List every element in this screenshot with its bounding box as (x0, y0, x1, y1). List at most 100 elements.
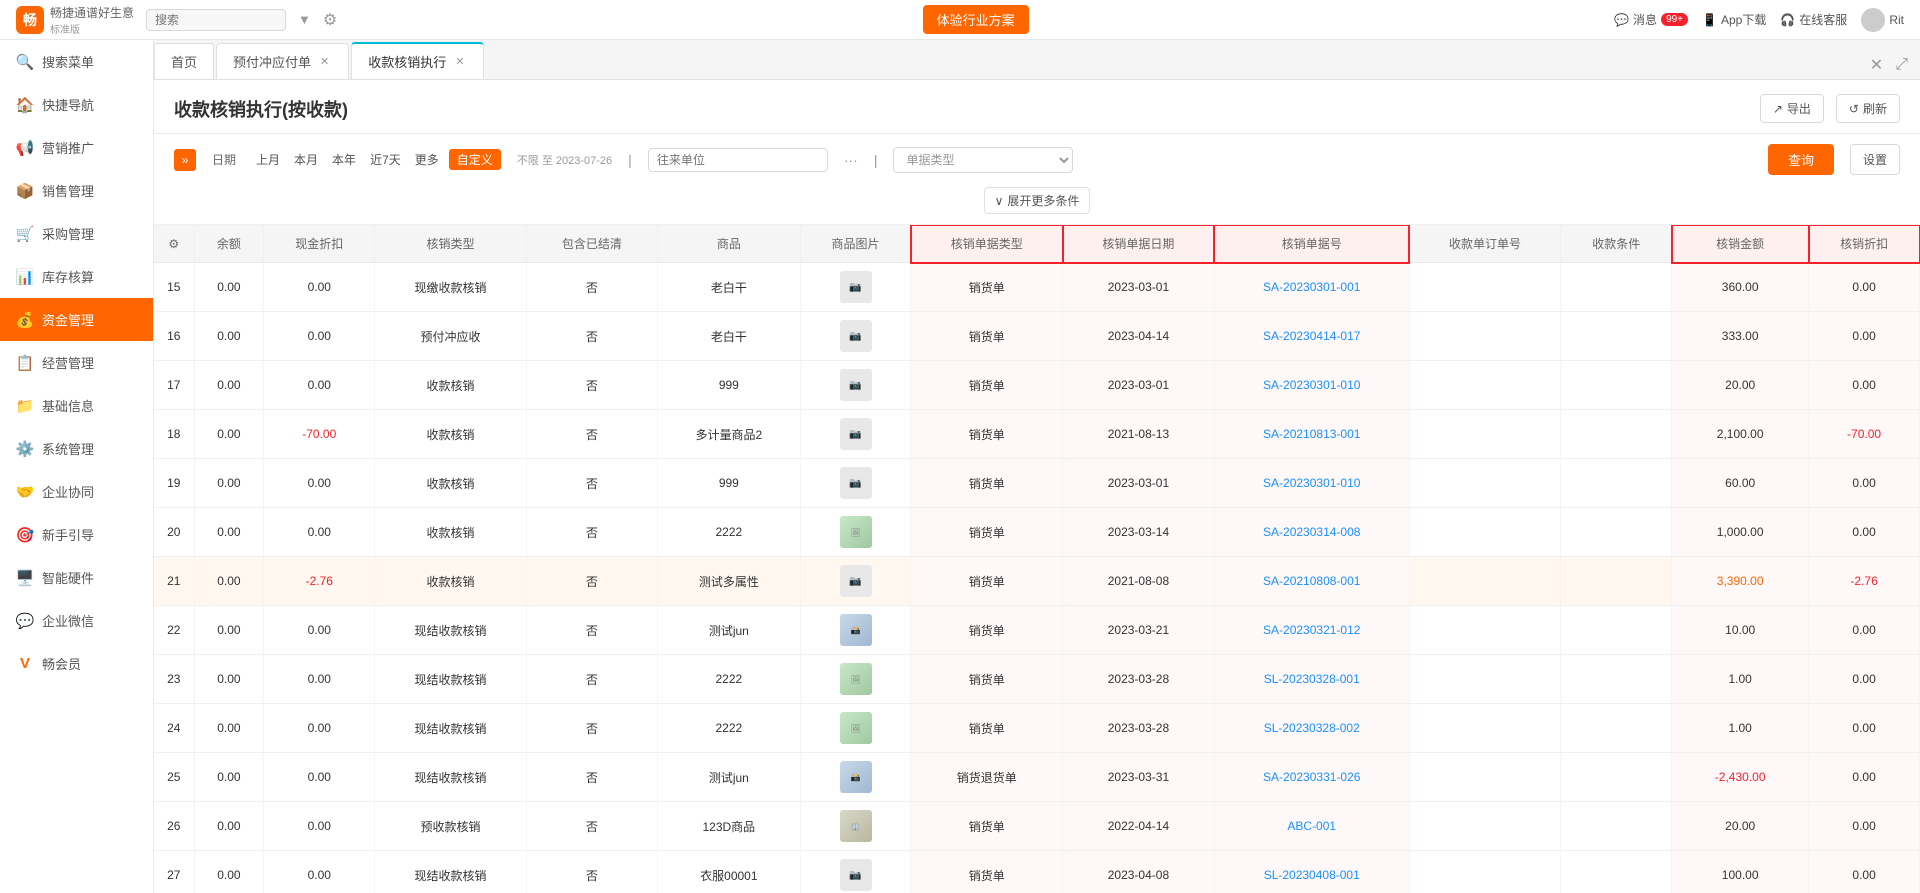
bill-type-select[interactable]: 单据类型 (893, 147, 1073, 173)
sidebar-item-hardware[interactable]: 🖥️ 智能硬件 (0, 556, 153, 599)
bill-no-link[interactable]: SA-20230301-001 (1263, 280, 1360, 294)
cell-balance: 0.00 (194, 312, 264, 361)
marketing-icon: 📢 (16, 139, 34, 157)
bill-no-link[interactable]: SA-20230314-008 (1263, 525, 1360, 539)
cell-writeoff-amount: 1.00 (1672, 655, 1809, 704)
sidebar-item-nav[interactable]: 🏠 快捷导航 (0, 83, 153, 126)
tab-close-all-button[interactable]: ✕ (1866, 51, 1887, 79)
cell-writeoff-discount: 0.00 (1809, 704, 1920, 753)
col-bill-no: 核销单据号 (1214, 225, 1409, 263)
date-7days-button[interactable]: 近7天 (366, 149, 405, 170)
top-icon-group: 💬 消息 99+ 📱 App下载 🎧 在线客服 Rit (1614, 8, 1904, 32)
cell-writeoff-type: 现结收款核销 (375, 851, 527, 893)
product-image: 📷 (840, 320, 872, 352)
vip-icon: V (16, 655, 34, 673)
table-row: 20 0.00 0.00 收款核销 否 2222 🖼 销货单 2023-03-1… (154, 508, 1920, 557)
partner-more-icon[interactable]: ··· (844, 152, 858, 168)
user-item[interactable]: Rit (1861, 8, 1904, 32)
date-this-year-button[interactable]: 本年 (328, 149, 360, 170)
cell-product: 123D商品 (658, 802, 801, 851)
bill-no-link[interactable]: SA-20230414-017 (1263, 329, 1360, 343)
refresh-button[interactable]: ↺ 刷新 (1836, 94, 1900, 123)
sidebar-item-finance[interactable]: 💰 资金管理 (0, 298, 153, 341)
cell-bill-date: 2023-03-01 (1063, 459, 1215, 508)
bill-no-link[interactable]: SL-20230328-001 (1264, 672, 1360, 686)
tab-prepay[interactable]: 预付冲应付单 ✕ (216, 43, 349, 79)
sidebar-item-system[interactable]: ⚙️ 系统管理 (0, 427, 153, 470)
cell-product-image: 📷 (800, 557, 911, 606)
sidebar-item-sales[interactable]: 📦 销售管理 (0, 169, 153, 212)
bill-no-link[interactable]: SA-20210808-001 (1263, 574, 1360, 588)
cell-writeoff-discount: 0.00 (1809, 263, 1920, 312)
export-label: 导出 (1787, 100, 1811, 117)
cell-writeoff-amount: 10.00 (1672, 606, 1809, 655)
bill-no-link[interactable]: SL-20230408-001 (1264, 868, 1360, 882)
sidebar-item-enterprise[interactable]: 🤝 企业协同 (0, 470, 153, 513)
cell-bill-no: SA-20230301-010 (1214, 361, 1409, 410)
cell-writeoff-type: 现缴收款核销 (375, 263, 527, 312)
col-writeoff-discount: 核销折扣 (1809, 225, 1920, 263)
bill-no-link[interactable]: SA-20210813-001 (1263, 427, 1360, 441)
dropdown-arrow-icon[interactable]: ▼ (298, 12, 311, 27)
bill-no-link[interactable]: SA-20230321-012 (1263, 623, 1360, 637)
cell-receipt-condition (1561, 753, 1672, 802)
sales-icon: 📦 (16, 182, 34, 200)
online-service-item[interactable]: 🎧 在线客服 (1780, 11, 1847, 28)
sidebar-item-marketing[interactable]: 📢 营销推广 (0, 126, 153, 169)
solution-button[interactable]: 体验行业方案 (923, 5, 1029, 34)
settings-icon[interactable]: ⚙ (323, 10, 337, 30)
sidebar-item-search[interactable]: 🔍 搜索菜单 (0, 40, 153, 83)
date-this-month-button[interactable]: 本月 (290, 149, 322, 170)
cell-balance: 0.00 (194, 508, 264, 557)
tab-prepay-close[interactable]: ✕ (317, 54, 332, 69)
message-item[interactable]: 💬 消息 99+ (1614, 11, 1688, 28)
cell-writeoff-type: 现结收款核销 (375, 655, 527, 704)
cell-bill-no: SA-20230314-008 (1214, 508, 1409, 557)
tab-maximize-button[interactable]: ⤢ (1891, 52, 1912, 78)
query-button[interactable]: 查询 (1768, 144, 1834, 175)
sidebar-item-purchase[interactable]: 🛒 采购管理 (0, 212, 153, 255)
settings-gear-icon[interactable]: ⚙ (168, 237, 179, 251)
table-row: 27 0.00 0.00 现结收款核销 否 衣服00001 📷 销货单 2023… (154, 851, 1920, 893)
bill-no-link[interactable]: SA-20230331-026 (1263, 770, 1360, 784)
tab-writeoff-close[interactable]: ✕ (452, 54, 467, 69)
sidebar-item-guide[interactable]: 🎯 新手引导 (0, 513, 153, 556)
cell-writeoff-amount: 360.00 (1672, 263, 1809, 312)
col-include-settled: 包含已结清 (526, 225, 657, 263)
bill-no-link[interactable]: SA-20230301-010 (1263, 476, 1360, 490)
cell-bill-no: SL-20230328-001 (1214, 655, 1409, 704)
col-settings[interactable]: ⚙ (154, 225, 194, 263)
bill-no-link[interactable]: SL-20230328-002 (1264, 721, 1360, 735)
tab-home[interactable]: 首页 (154, 43, 214, 79)
cell-product: 多计量商品2 (658, 410, 801, 459)
partner-input[interactable] (648, 148, 828, 172)
cell-receipt-order-no (1409, 802, 1561, 851)
date-more-button[interactable]: 更多 (411, 149, 443, 170)
bill-no-link[interactable]: SA-20230301-010 (1263, 378, 1360, 392)
settings-button[interactable]: 设置 (1850, 144, 1900, 175)
tab-writeoff[interactable]: 收款核销执行 ✕ (351, 42, 484, 79)
date-last-month-button[interactable]: 上月 (252, 149, 284, 170)
sidebar-item-basic[interactable]: 📁 基础信息 (0, 384, 153, 427)
bill-no-link[interactable]: ABC-001 (1287, 819, 1336, 833)
cell-cash-discount: 0.00 (264, 704, 375, 753)
online-service-icon: 🎧 (1780, 13, 1795, 27)
date-custom-button[interactable]: 自定义 (449, 149, 501, 170)
search-input[interactable] (146, 9, 286, 31)
nav-icon: 🏠 (16, 96, 34, 114)
cell-product-image: 🖼 (800, 655, 911, 704)
sidebar-item-operations[interactable]: 📋 经营管理 (0, 341, 153, 384)
sidebar-item-vip[interactable]: V 畅会员 (0, 642, 153, 685)
cell-bill-no: SA-20230414-017 (1214, 312, 1409, 361)
cell-product: 测试jun (658, 753, 801, 802)
expand-button[interactable]: ∨ 展开更多条件 (984, 187, 1091, 214)
app-download-item[interactable]: 📱 App下载 (1702, 11, 1766, 28)
sidebar-item-weixin[interactable]: 💬 企业微信 (0, 599, 153, 642)
cell-bill-date: 2023-03-14 (1063, 508, 1215, 557)
cell-writeoff-type: 预收款核销 (375, 802, 527, 851)
export-button[interactable]: ↗ 导出 (1760, 94, 1824, 123)
refresh-label: 刷新 (1863, 100, 1887, 117)
filter-toggle-button[interactable]: » (174, 149, 196, 171)
sidebar-item-inventory[interactable]: 📊 库存核算 (0, 255, 153, 298)
cell-writeoff-type: 预付冲应收 (375, 312, 527, 361)
